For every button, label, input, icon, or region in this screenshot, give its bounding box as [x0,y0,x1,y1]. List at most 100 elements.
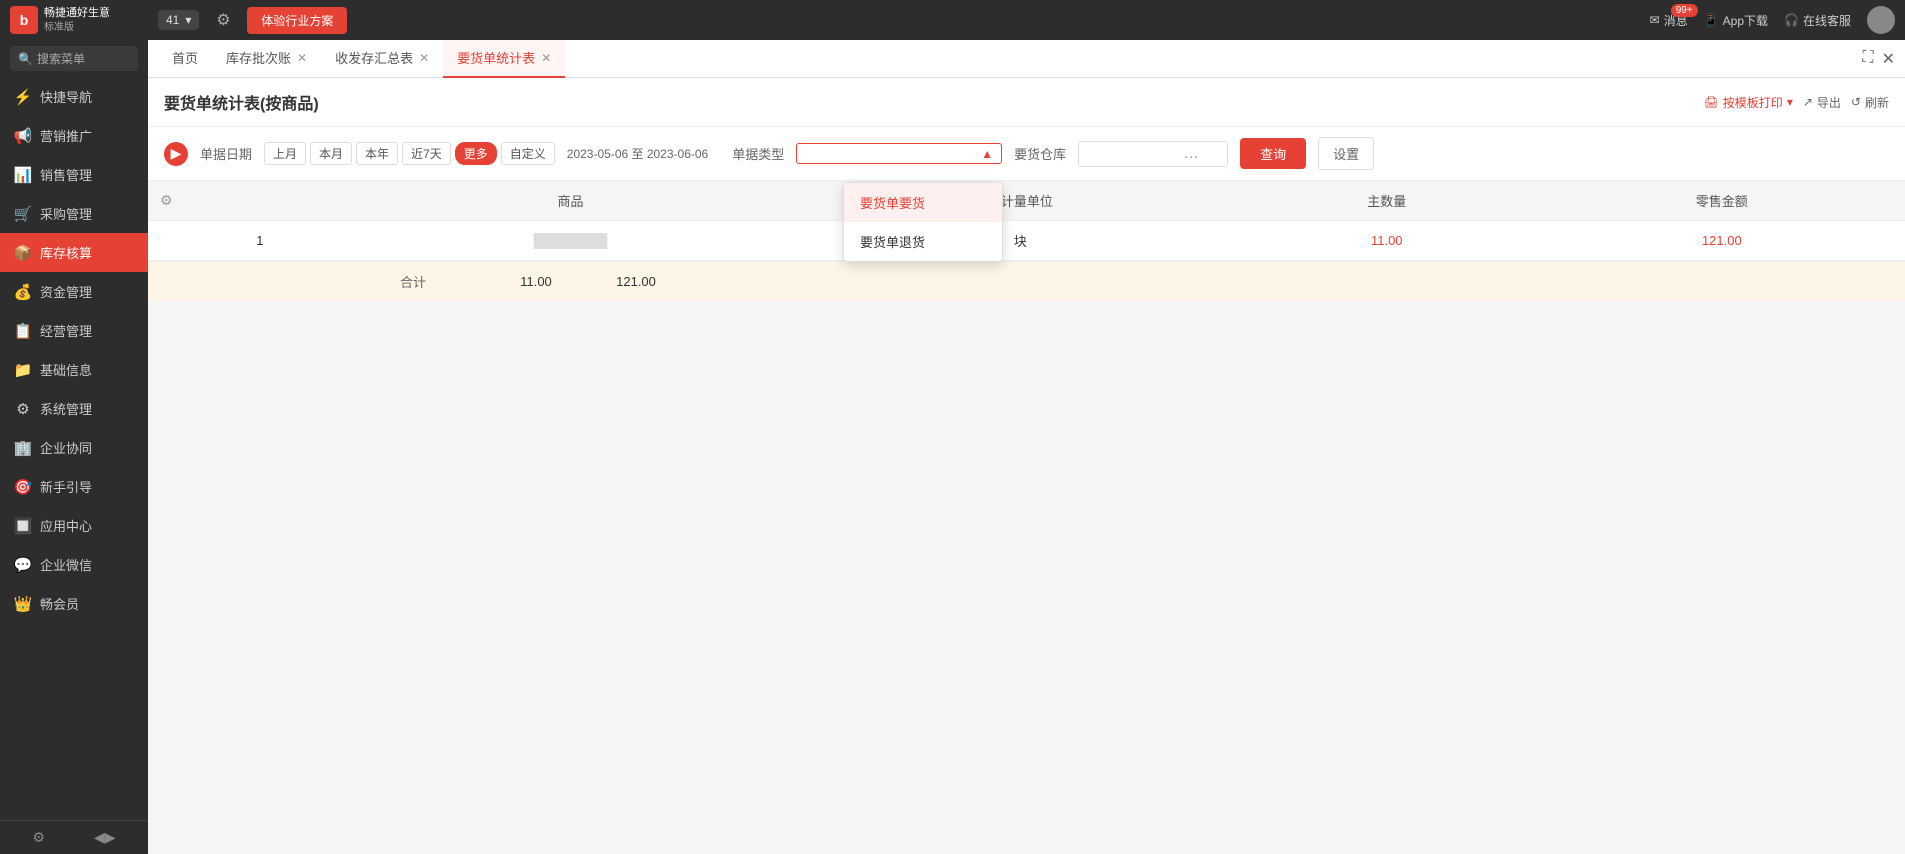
export-icon: ↗ [1803,95,1813,109]
system-icon: ⚙ [14,400,32,418]
this-year-button[interactable]: 本年 [356,142,398,165]
enterprise-icon: 🏢 [14,439,32,457]
sidebar-item-label: 企业协同 [40,438,92,457]
sidebar-item-enterprise[interactable]: 🏢 企业协同 [0,428,148,467]
wechat-icon: 💬 [14,556,32,574]
sidebar-item-app-center[interactable]: 🔲 应用中心 [0,506,148,545]
footer-values: 11.00 121.00 [426,274,686,289]
sidebar-item-label: 销售管理 [40,165,92,184]
tab-close-send-receive[interactable]: ✕ [419,51,429,65]
title-actions: 🖨 按模板打印 ▾ ↗ 导出 ↺ 刷新 [1704,94,1889,111]
sidebar-item-label: 系统管理 [40,399,92,418]
sidebar-item-operations[interactable]: 📋 经营管理 [0,311,148,350]
sidebar-search[interactable]: 🔍 搜索菜单 [10,46,138,71]
filter-bar: ▶ 单据日期 上月 本月 本年 近7天 更多 自定义 2023-05-06 至 … [148,127,1905,181]
online-service-button[interactable]: 🎧 在线客服 [1784,12,1851,29]
chevron-down-icon: ▾ [185,13,191,27]
message-badge: 99+ [1671,4,1698,17]
data-table: ⚙ 商品 主计量单位 主数量 零售金额 [148,181,1905,261]
header-settings-button[interactable]: ⚙ [209,6,237,34]
sidebar-item-finance[interactable]: 💰 资金管理 [0,272,148,311]
table-container: ⚙ 商品 主计量单位 主数量 零售金额 [148,181,1905,261]
main-layout: 🔍 搜索菜单 ⚡ 快捷导航 📢 营销推广 📊 销售管理 🛒 采购管理 📦 [0,40,1905,854]
page-content: 要货单统计表(按商品) 🖨 按模板打印 ▾ ↗ 导出 ↺ [148,78,1905,854]
phone-icon: 📱 [1704,13,1719,27]
this-month-button[interactable]: 本月 [310,142,352,165]
sidebar-item-wechat[interactable]: 💬 企业微信 [0,545,148,584]
sidebar-item-newbie[interactable]: 🎯 新手引导 [0,467,148,506]
refresh-button[interactable]: ↺ 刷新 [1851,94,1889,111]
print-dropdown-icon: ▾ [1787,95,1793,109]
sidebar-item-label: 资金管理 [40,282,92,301]
content-area: 首页 库存批次账 ✕ 收发存汇总表 ✕ 要货单统计表 ✕ ⛶ ✕ [148,40,1905,854]
warehouse-input[interactable]: … [1078,141,1228,167]
avatar[interactable] [1867,6,1895,34]
trial-button[interactable]: 体验行业方案 [247,7,347,34]
tab-close-order-stats[interactable]: ✕ [541,51,551,65]
page-inner: 要货单统计表(按商品) 🖨 按模板打印 ▾ ↗ 导出 ↺ [148,78,1905,301]
table-footer: 合计 11.00 121.00 [148,261,1905,301]
filter-expand-button[interactable]: ▶ [164,142,188,166]
sidebar-item-system[interactable]: ⚙ 系统管理 [0,389,148,428]
sidebar-item-purchase[interactable]: 🛒 采购管理 [0,194,148,233]
sidebar-item-sales[interactable]: 📊 销售管理 [0,155,148,194]
row-amount[interactable]: 121.00 [1539,221,1905,261]
store-selector[interactable]: 41 ▾ [158,10,199,30]
type-input-area[interactable]: ▲ [796,143,1002,164]
tab-send-receive[interactable]: 收发存汇总表 ✕ [321,40,443,78]
custom-date-button[interactable]: 自定义 [501,142,555,165]
logo-icon: b [10,6,38,34]
marketing-icon: 📢 [14,127,32,145]
header-right: ✉ 消息 99+ 📱 App下载 🎧 在线客服 [1650,6,1895,34]
tab-maximize-button[interactable]: ⛶ [1862,49,1873,69]
messages-button[interactable]: ✉ 消息 99+ [1650,12,1688,29]
print-template-button[interactable]: 🖨 按模板打印 ▾ [1704,94,1793,111]
basic-info-icon: 📁 [14,361,32,379]
query-button[interactable]: 查询 [1240,138,1306,169]
tab-close-all-button[interactable]: ✕ [1882,49,1895,69]
sidebar: 🔍 搜索菜单 ⚡ 快捷导航 📢 营销推广 📊 销售管理 🛒 采购管理 📦 [0,40,148,854]
refresh-icon: ↺ [1851,95,1861,109]
dropdown-item-purchase-order[interactable]: 要货单要货 [844,183,1002,222]
filter-settings-button[interactable]: 设置 [1318,137,1374,170]
table-header: ⚙ 商品 主计量单位 主数量 零售金额 [148,181,1905,221]
tab-home[interactable]: 首页 [158,40,212,78]
last-7-days-button[interactable]: 近7天 [402,142,451,165]
table-body: 1 ████████ 块 11.00 121.00 [148,221,1905,261]
sidebar-item-inventory[interactable]: 📦 库存核算 [0,233,148,272]
sidebar-item-label: 库存核算 [40,243,92,262]
dropdown-item-purchase-return[interactable]: 要货单退货 [844,222,1002,261]
type-input[interactable] [805,146,981,161]
more-presets-button[interactable]: 更多 [455,142,497,165]
row-index: 1 [185,221,336,261]
table-row: 1 ████████ 块 11.00 121.00 [148,221,1905,261]
member-icon: 👑 [14,595,32,613]
type-label: 单据类型 [732,144,784,163]
sidebar-item-quick-nav[interactable]: ⚡ 快捷导航 [0,77,148,116]
finance-icon: 💰 [14,283,32,301]
sidebar-item-basic-info[interactable]: 📁 基础信息 [0,350,148,389]
app-download-button[interactable]: 📱 App下载 [1704,12,1768,29]
tab-close-batch-account[interactable]: ✕ [297,51,307,65]
type-dropdown-arrow-icon[interactable]: ▲ [981,147,993,161]
sidebar-collapse-button[interactable]: ◀▶ [94,829,116,846]
row-select [148,221,185,261]
sidebar-settings-button[interactable]: ⚙ [32,829,45,846]
newbie-icon: 🎯 [14,478,32,496]
column-settings-icon[interactable]: ⚙ [160,192,173,208]
tab-batch-account[interactable]: 库存批次账 ✕ [212,40,321,78]
export-button[interactable]: ↗ 导出 [1803,94,1841,111]
sidebar-item-member[interactable]: 👑 畅会员 [0,584,148,623]
warehouse-more-icon[interactable]: … [1183,145,1199,163]
last-month-button[interactable]: 上月 [264,142,306,165]
sidebar-item-marketing[interactable]: 📢 营销推广 [0,116,148,155]
tabs-bar: 首页 库存批次账 ✕ 收发存汇总表 ✕ 要货单统计表 ✕ ⛶ ✕ [148,40,1905,78]
tab-order-stats[interactable]: 要货单统计表 ✕ [443,40,565,78]
sidebar-item-label: 采购管理 [40,204,92,223]
message-icon: ✉ [1650,13,1660,27]
date-presets: 上月 本月 本年 近7天 更多 自定义 [264,142,555,165]
tabs-actions: ⛶ ✕ [1862,49,1895,69]
header-middle: 41 ▾ ⚙ 体验行业方案 [158,6,1650,34]
row-quantity[interactable]: 11.00 [1235,221,1539,261]
footer-amount: 121.00 [586,274,686,289]
